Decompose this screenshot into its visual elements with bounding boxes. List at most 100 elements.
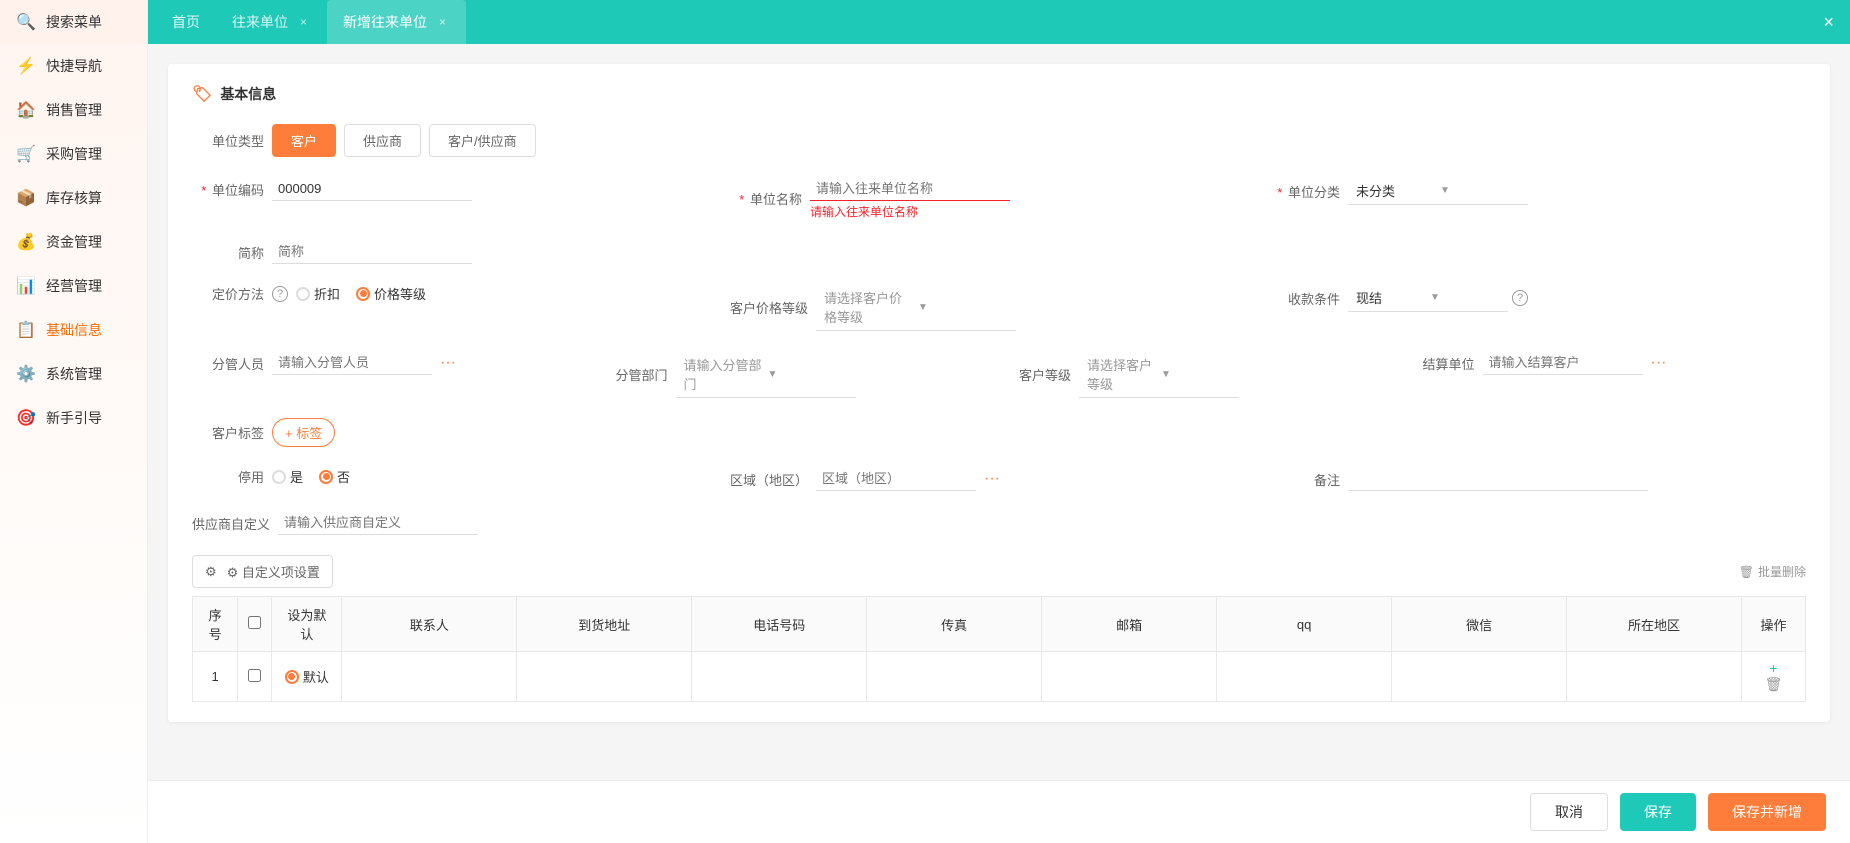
- short-name-label: 简称: [192, 243, 272, 262]
- pricing-method-label: 定价方法: [192, 284, 272, 303]
- sidebar-item-system[interactable]: ⚙️ 系统管理: [0, 352, 147, 396]
- row-delete-btn[interactable]: 🗑: [1761, 676, 1787, 692]
- sidebar-item-operations[interactable]: 📊 经营管理: [0, 264, 147, 308]
- add-tag-button[interactable]: + 标签: [272, 418, 335, 447]
- tab-new-partner-close[interactable]: ×: [435, 13, 450, 31]
- unit-name-error: 请输入往来单位名称: [810, 203, 1010, 220]
- pricing-help-icon[interactable]: ?: [272, 286, 288, 302]
- pricing-level-radio[interactable]: 价格等级: [356, 284, 426, 303]
- wechat-input[interactable]: [1402, 669, 1556, 684]
- cancel-button[interactable]: 取消: [1530, 793, 1608, 831]
- customer-level-select[interactable]: 请选择客户等级 ▼: [1079, 351, 1239, 398]
- manager-more-btn[interactable]: ···: [436, 354, 460, 372]
- sidebar-item-guide[interactable]: 🎯 新手引导: [0, 396, 147, 440]
- region-table-input[interactable]: [1577, 669, 1731, 684]
- col-action: 操作: [1742, 597, 1806, 652]
- remark-field: 备注: [1268, 467, 1806, 491]
- sidebar-item-search[interactable]: 🔍 搜索菜单: [0, 0, 147, 44]
- row-address[interactable]: [517, 652, 692, 702]
- pricing-radio-group: 折扣 价格等级: [296, 284, 426, 303]
- save-and-new-button[interactable]: 保存并新增: [1708, 793, 1826, 831]
- section-title-basic: 🏷 基本信息: [192, 84, 1806, 104]
- row-contact[interactable]: [342, 652, 517, 702]
- price-level-arrow-icon: ▼: [918, 302, 1008, 313]
- chart-icon: 📊: [16, 276, 36, 296]
- payment-terms-select[interactable]: 现结 ▼: [1348, 284, 1508, 312]
- tab-home[interactable]: 首页: [156, 0, 216, 44]
- contact-input[interactable]: [352, 669, 506, 684]
- customer-tag-field: 客户标签 + 标签: [192, 418, 1806, 447]
- row-fax[interactable]: [867, 652, 1042, 702]
- region-label: 区域（地区）: [730, 470, 816, 489]
- region-input[interactable]: [816, 467, 976, 491]
- default-radio[interactable]: 默认: [282, 667, 331, 686]
- sidebar-item-finance[interactable]: 💰 资金管理: [0, 220, 147, 264]
- customer-level-field: 客户等级 请选择客户等级 ▼: [999, 351, 1403, 398]
- row-qq[interactable]: [1217, 652, 1392, 702]
- row-phone[interactable]: [692, 652, 867, 702]
- sidebar-item-basics[interactable]: 📋 基础信息: [0, 308, 147, 352]
- disabled-yes-radio[interactable]: 是: [272, 467, 303, 486]
- disabled-no-radio[interactable]: 否: [319, 467, 350, 486]
- list-icon: 📋: [16, 320, 36, 340]
- supplier-custom-row: 供应商自定义: [192, 511, 1806, 535]
- col-email: 邮箱: [1042, 597, 1217, 652]
- row-wechat[interactable]: [1392, 652, 1567, 702]
- manager-input[interactable]: [272, 351, 432, 375]
- phone-input[interactable]: [702, 669, 856, 684]
- region-more-btn[interactable]: ···: [980, 470, 1004, 488]
- row-default: 默认: [272, 652, 342, 702]
- pricing-discount-radio[interactable]: 折扣: [296, 284, 340, 303]
- unit-type-customer-btn[interactable]: 客户: [272, 124, 336, 157]
- sidebar-item-sales[interactable]: 🏠 销售管理: [0, 88, 147, 132]
- department-label: 分管部门: [596, 365, 676, 384]
- col-check: [238, 597, 272, 652]
- unit-name-field: * 单位名称 请输入往来单位名称: [730, 177, 1268, 220]
- disabled-region-remark-row: 停用 是 否 区域（地区）: [192, 467, 1806, 491]
- select-all-checkbox[interactable]: [248, 616, 261, 629]
- sidebar: 🔍 搜索菜单 ⚡ 快捷导航 🏠 销售管理 🛒 采购管理 📦 库存核算 💰 资金管…: [0, 0, 148, 843]
- lightning-icon: ⚡: [16, 56, 36, 76]
- short-name-row: 简称: [192, 240, 1806, 264]
- row-add-btn[interactable]: +: [1765, 660, 1781, 676]
- save-button[interactable]: 保存: [1620, 793, 1696, 831]
- unit-category-field: * 单位分类 未分类 ▼: [1268, 177, 1806, 205]
- tab-partner[interactable]: 往来单位 ×: [216, 0, 327, 44]
- row-email[interactable]: [1042, 652, 1217, 702]
- unit-code-input[interactable]: [272, 177, 472, 201]
- tab-partner-close[interactable]: ×: [296, 13, 311, 31]
- unit-type-supplier-btn[interactable]: 供应商: [344, 124, 421, 157]
- row-region[interactable]: [1567, 652, 1742, 702]
- window-close-button[interactable]: ×: [1815, 12, 1842, 33]
- customer-tag-label: 客户标签: [192, 423, 272, 442]
- address-input[interactable]: [527, 669, 681, 684]
- email-input[interactable]: [1052, 669, 1206, 684]
- sidebar-item-purchase[interactable]: 🛒 采购管理: [0, 132, 147, 176]
- box-icon: 📦: [16, 188, 36, 208]
- tab-new-partner[interactable]: 新增往来单位 ×: [327, 0, 466, 44]
- row-checkbox[interactable]: [248, 669, 261, 682]
- supplier-custom-input[interactable]: [278, 511, 478, 535]
- fax-input[interactable]: [877, 669, 1031, 684]
- form-card-basic: 🏷 基本信息 单位类型 客户 供应商 客户/供应商 *: [168, 64, 1830, 722]
- money-icon: 💰: [16, 232, 36, 252]
- unit-category-select[interactable]: 未分类 ▼: [1348, 177, 1528, 205]
- payment-terms-help-icon[interactable]: ?: [1512, 290, 1528, 306]
- remark-input[interactable]: [1348, 467, 1648, 491]
- settlement-unit-input[interactable]: [1483, 351, 1643, 375]
- sidebar-item-inventory[interactable]: 📦 库存核算: [0, 176, 147, 220]
- unit-name-input[interactable]: [810, 177, 1010, 201]
- batch-delete-btn[interactable]: 🗑 批量删除: [1739, 563, 1806, 580]
- department-select[interactable]: 请输入分管部门 ▼: [676, 351, 856, 398]
- payment-terms-field: 收款条件 现结 ▼ ?: [1268, 284, 1806, 312]
- short-name-input[interactable]: [272, 240, 472, 264]
- sidebar-item-quick-nav[interactable]: ⚡ 快捷导航: [0, 44, 147, 88]
- customer-price-level-select[interactable]: 请选择客户价格等级 ▼: [816, 284, 1016, 331]
- disabled-no-circle: [319, 470, 333, 484]
- unit-category-label: * 单位分类: [1268, 182, 1348, 201]
- custom-settings-button[interactable]: ⚙ ⚙ 自定义项设置: [192, 555, 333, 588]
- qq-input[interactable]: [1227, 669, 1381, 684]
- col-qq: qq: [1217, 597, 1392, 652]
- settlement-unit-more-btn[interactable]: ···: [1647, 354, 1671, 372]
- unit-type-both-btn[interactable]: 客户/供应商: [429, 124, 536, 157]
